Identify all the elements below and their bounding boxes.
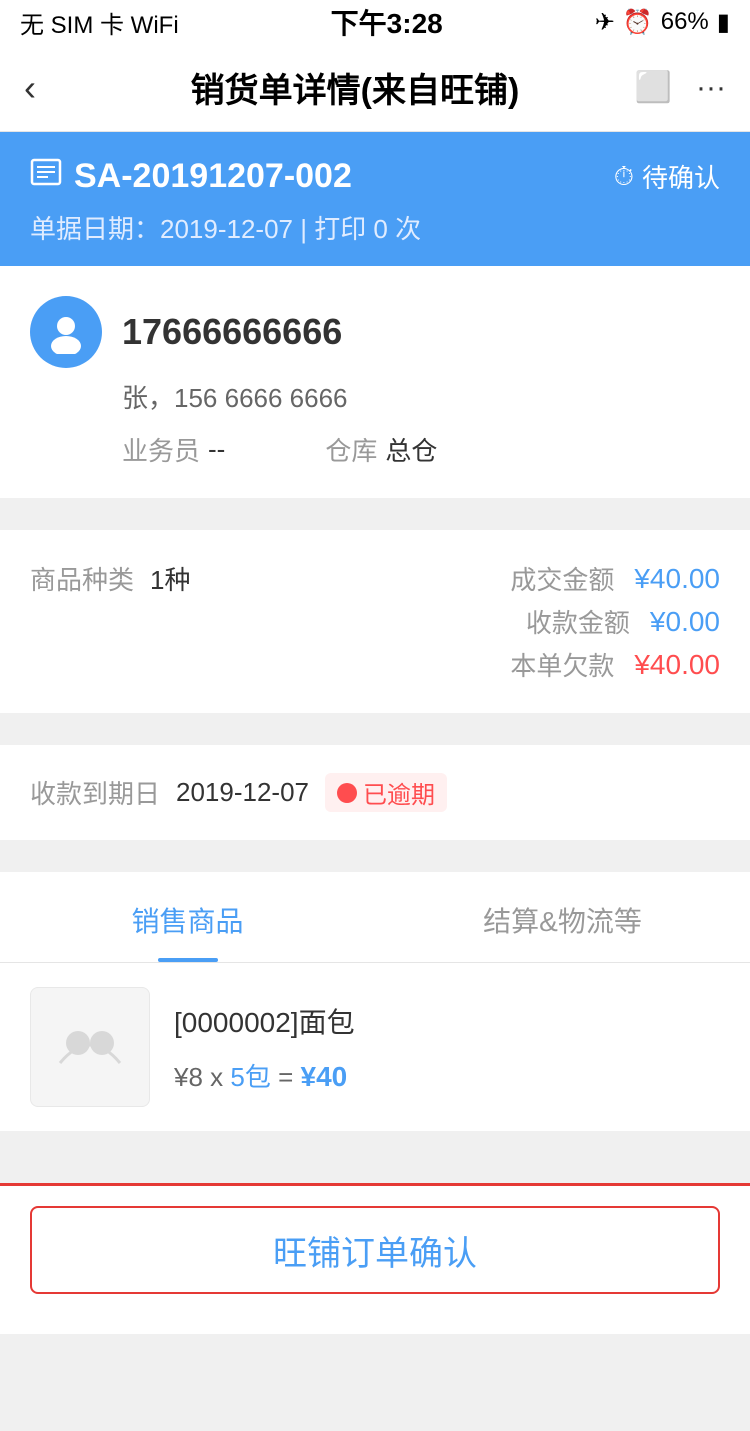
owed-amount-value: ¥40.00 (634, 649, 720, 681)
product-thumbnail (30, 987, 150, 1107)
customer-name: 张，156 6666 6666 (122, 378, 720, 415)
equals-sign: = (278, 1062, 293, 1092)
status-right: ✈ ⏰ 66% ▮ (595, 8, 730, 37)
bottom-bar: 旺铺订单确认 (0, 1183, 750, 1334)
received-amount-label: 收款金额 (526, 603, 630, 640)
warehouse-label: 仓库 (325, 431, 377, 468)
customer-meta: 业务员 -- 仓库 总仓 (122, 431, 720, 468)
due-date-label: 收款到期日 (30, 774, 160, 811)
received-amount-value: ¥0.00 (650, 606, 720, 638)
owed-amount-label: 本单欠款 (510, 646, 614, 683)
location-icon: ✈ (595, 8, 615, 37)
page-title: 销货单详情(来自旺铺) (84, 63, 626, 112)
product-qty: 5包 (230, 1062, 270, 1092)
more-icon[interactable]: ··· (696, 71, 726, 105)
back-button[interactable]: ‹ (24, 67, 84, 109)
product-price: ¥8 x 5包 = ¥40 (174, 1057, 720, 1094)
battery-icon: ▮ (717, 8, 730, 37)
summary-card: 商品种类 1种 成交金额 ¥40.00 收款金额 ¥0.00 本单欠款 ¥40.… (0, 530, 750, 713)
tab-settlement[interactable]: 结算&物流等 (375, 872, 750, 962)
salesperson-label: 业务员 (122, 431, 200, 468)
deal-amount-value: ¥40.00 (634, 563, 720, 595)
product-name: [0000002]面包 (174, 1001, 720, 1041)
overdue-dot-icon (337, 783, 357, 803)
order-status: ⏱ 待确认 (614, 158, 720, 195)
deal-amount-label: 成交金额 (510, 560, 614, 597)
divider-2 (0, 729, 750, 745)
share-icon[interactable]: ⬜ (635, 70, 672, 105)
status-bar: 无 SIM 卡 WiFi 下午3:28 ✈ ⏰ 66% ▮ (0, 0, 750, 44)
divider-3 (0, 856, 750, 872)
product-total: ¥40 (301, 1061, 348, 1092)
divider-1 (0, 514, 750, 530)
amount-summary: 成交金额 ¥40.00 收款金额 ¥0.00 本单欠款 ¥40.00 (510, 560, 720, 683)
sim-status: 无 SIM 卡 WiFi (20, 5, 179, 40)
nav-actions: ⬜ ··· (626, 70, 726, 105)
customer-phone: 17666666666 (122, 311, 342, 353)
avatar (30, 296, 102, 368)
order-icon (30, 156, 62, 197)
confirm-order-button[interactable]: 旺铺订单确认 (30, 1206, 720, 1294)
product-info: [0000002]面包 ¥8 x 5包 = ¥40 (174, 1001, 720, 1094)
overdue-badge: 已逾期 (325, 773, 447, 812)
clock-icon: ⏱ (614, 161, 634, 193)
due-date-value: 2019-12-07 (176, 777, 309, 808)
product-types-value: 1种 (150, 560, 190, 597)
price-text: ¥8 x (174, 1062, 223, 1092)
salesperson-value: -- (208, 434, 225, 465)
alarm-icon: ⏰ (623, 8, 653, 37)
tabs-bar: 销售商品 结算&物流等 (0, 872, 750, 963)
order-header: SA-20191207-002 ⏱ 待确认 单据日期：2019-12-07 | … (0, 132, 750, 266)
product-item: [0000002]面包 ¥8 x 5包 = ¥40 (0, 963, 750, 1131)
due-date-card: 收款到期日 2019-12-07 已逾期 (0, 745, 750, 840)
product-types-label: 商品种类 (30, 560, 134, 597)
status-left: 无 SIM 卡 WiFi (20, 5, 179, 40)
status-time: 下午3:28 (331, 2, 443, 42)
battery-level: 66% (661, 8, 709, 36)
order-date: 单据日期：2019-12-07 | 打印 0 次 (30, 209, 720, 246)
tab-sales-products[interactable]: 销售商品 (0, 872, 375, 962)
warehouse-value: 总仓 (385, 431, 437, 468)
order-id: SA-20191207-002 (30, 156, 352, 197)
nav-bar: ‹ 销货单详情(来自旺铺) ⬜ ··· (0, 44, 750, 132)
customer-card: 17666666666 张，156 6666 6666 业务员 -- 仓库 总仓 (0, 266, 750, 498)
